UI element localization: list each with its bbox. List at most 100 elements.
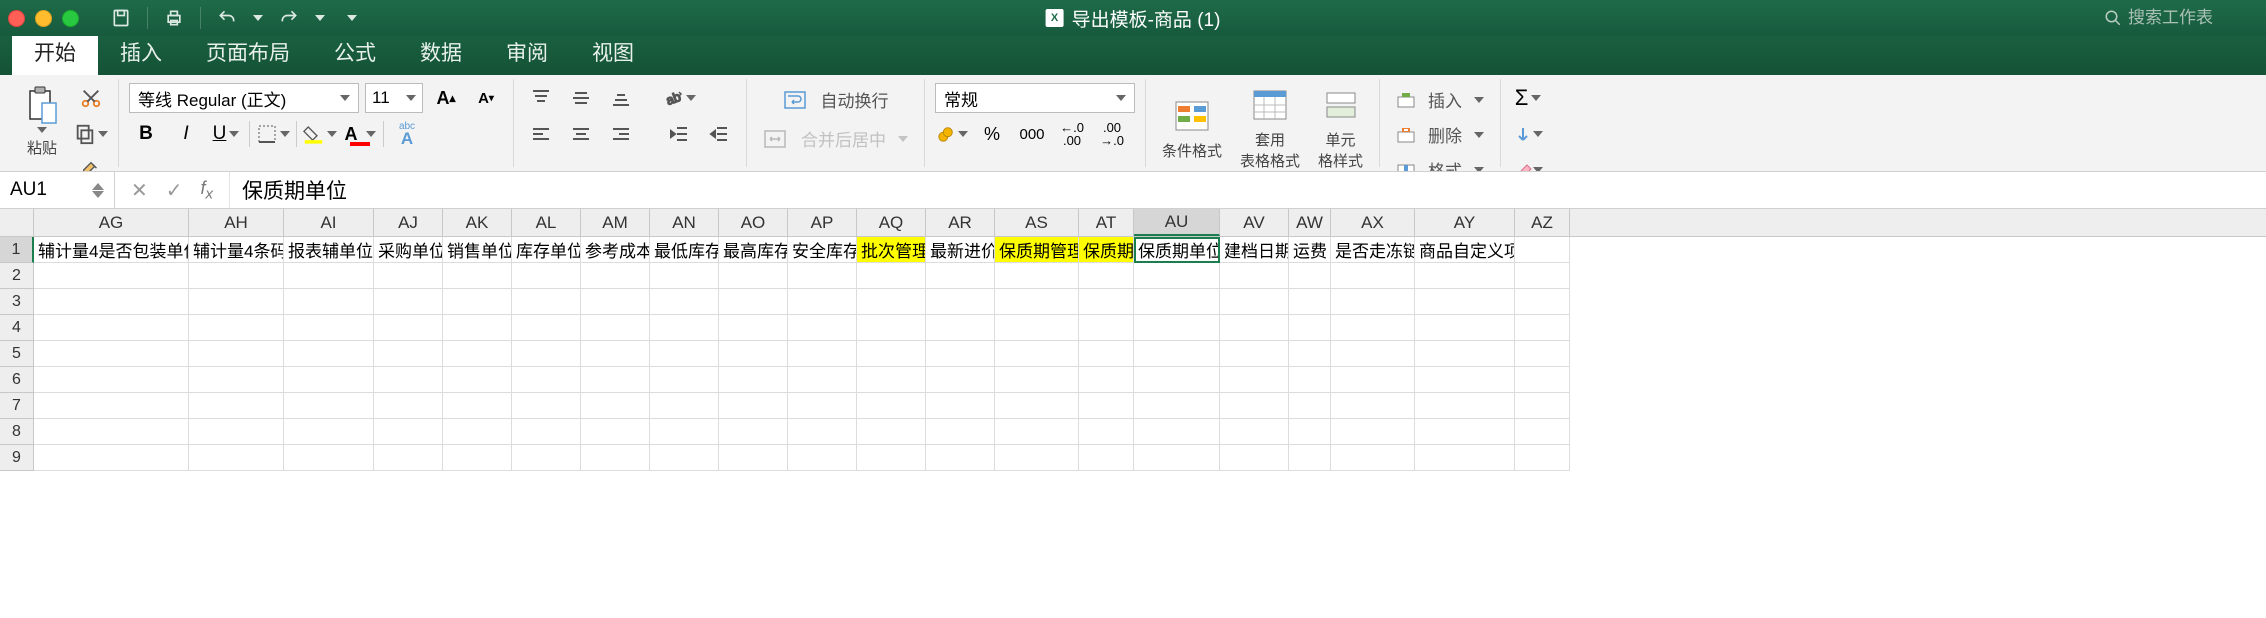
cell-AM1[interactable]: 参考成本 <box>581 237 650 263</box>
copy-button[interactable] <box>74 119 108 149</box>
formula-input[interactable]: 保质期单位 <box>230 172 2266 208</box>
cell-AR2[interactable] <box>926 263 995 289</box>
cell-AY2[interactable] <box>1415 263 1515 289</box>
cell-AV8[interactable] <box>1220 419 1289 445</box>
align-bottom-button[interactable] <box>604 83 638 113</box>
cell-AQ3[interactable] <box>857 289 926 315</box>
cell-AQ6[interactable] <box>857 367 926 393</box>
cell-AL1[interactable]: 库存单位 <box>512 237 581 263</box>
wrap-text-button[interactable]: 自动换行 <box>757 83 914 116</box>
clear-button[interactable] <box>1511 155 1545 172</box>
format-as-table-button[interactable]: 套用 表格格式 <box>1234 83 1306 172</box>
cell-AT8[interactable] <box>1079 419 1134 445</box>
cell-AL5[interactable] <box>512 341 581 367</box>
cell-AH9[interactable] <box>189 445 284 471</box>
decrease-font-button[interactable]: A▾ <box>469 83 503 113</box>
cut-button[interactable] <box>74 83 108 113</box>
cell-AY8[interactable] <box>1415 419 1515 445</box>
cell-AJ9[interactable] <box>374 445 443 471</box>
cell-AJ6[interactable] <box>374 367 443 393</box>
align-center-button[interactable] <box>564 119 598 149</box>
cell-AK8[interactable] <box>443 419 512 445</box>
cell-AV6[interactable] <box>1220 367 1289 393</box>
align-right-button[interactable] <box>604 119 638 149</box>
cell-AV2[interactable] <box>1220 263 1289 289</box>
cell-AV4[interactable] <box>1220 315 1289 341</box>
cell-AP9[interactable] <box>788 445 857 471</box>
tab-view[interactable]: 视图 <box>570 30 656 75</box>
cell-AU1[interactable]: 保质期单位 <box>1134 237 1220 263</box>
italic-button[interactable]: I <box>169 119 203 149</box>
cell-AM6[interactable] <box>581 367 650 393</box>
decrease-indent-button[interactable] <box>662 119 696 149</box>
cell-AH2[interactable] <box>189 263 284 289</box>
cell-AI7[interactable] <box>284 393 374 419</box>
increase-decimal-button[interactable]: ←.0.00 <box>1055 119 1089 149</box>
cell-AK4[interactable] <box>443 315 512 341</box>
column-header-AS[interactable]: AS <box>995 209 1079 236</box>
cell-AJ5[interactable] <box>374 341 443 367</box>
cell-AO1[interactable]: 最高库存 <box>719 237 788 263</box>
format-cells-button[interactable]: 格式 <box>1390 153 1490 172</box>
increase-indent-button[interactable] <box>702 119 736 149</box>
column-header-AT[interactable]: AT <box>1079 209 1134 236</box>
cell-AH5[interactable] <box>189 341 284 367</box>
cell-AM8[interactable] <box>581 419 650 445</box>
cell-AO5[interactable] <box>719 341 788 367</box>
qat-customize[interactable] <box>347 15 357 21</box>
cell-AW8[interactable] <box>1289 419 1331 445</box>
column-header-AJ[interactable]: AJ <box>374 209 443 236</box>
orientation-button[interactable]: ab <box>662 83 696 113</box>
bold-button[interactable]: B <box>129 119 163 149</box>
delete-cells-button[interactable]: 删除 <box>1390 118 1490 151</box>
cell-AX9[interactable] <box>1331 445 1415 471</box>
cell-AT6[interactable] <box>1079 367 1134 393</box>
cell-AK9[interactable] <box>443 445 512 471</box>
row-header-1[interactable]: 1 <box>0 237 34 263</box>
cell-AY3[interactable] <box>1415 289 1515 315</box>
cell-AS8[interactable] <box>995 419 1079 445</box>
underline-button[interactable]: U <box>209 119 243 149</box>
autosum-button[interactable]: Σ <box>1511 83 1545 113</box>
cell-AV7[interactable] <box>1220 393 1289 419</box>
cell-AY7[interactable] <box>1415 393 1515 419</box>
name-box[interactable]: AU1 <box>0 172 115 208</box>
cell-AI3[interactable] <box>284 289 374 315</box>
cell-AT7[interactable] <box>1079 393 1134 419</box>
cell-AV1[interactable]: 建档日期 <box>1220 237 1289 263</box>
comma-button[interactable]: 000 <box>1015 119 1049 149</box>
cell-AW1[interactable]: 运费 <box>1289 237 1331 263</box>
tab-data[interactable]: 数据 <box>398 30 484 75</box>
tab-home[interactable]: 开始 <box>12 30 98 75</box>
cell-AS6[interactable] <box>995 367 1079 393</box>
cell-AL7[interactable] <box>512 393 581 419</box>
cell-AR5[interactable] <box>926 341 995 367</box>
undo-dropdown[interactable] <box>253 15 263 21</box>
align-left-button[interactable] <box>524 119 558 149</box>
cell-AW3[interactable] <box>1289 289 1331 315</box>
cell-AO9[interactable] <box>719 445 788 471</box>
fill-button[interactable] <box>1511 119 1545 149</box>
cell-AV3[interactable] <box>1220 289 1289 315</box>
cell-AJ2[interactable] <box>374 263 443 289</box>
cell-AH1[interactable]: 辅计量4条码 <box>189 237 284 263</box>
column-header-AQ[interactable]: AQ <box>857 209 926 236</box>
cell-AI1[interactable]: 报表辅单位 <box>284 237 374 263</box>
cell-AG2[interactable] <box>34 263 189 289</box>
cell-AJ8[interactable] <box>374 419 443 445</box>
cell-AZ5[interactable] <box>1515 341 1570 367</box>
column-header-AY[interactable]: AY <box>1415 209 1515 236</box>
cell-AJ3[interactable] <box>374 289 443 315</box>
cell-AR4[interactable] <box>926 315 995 341</box>
row-header-8[interactable]: 8 <box>0 419 34 445</box>
column-header-AI[interactable]: AI <box>284 209 374 236</box>
cancel-formula-button[interactable]: ✕ <box>131 178 148 203</box>
cell-AQ7[interactable] <box>857 393 926 419</box>
workbook-search[interactable] <box>2104 8 2258 28</box>
row-header-6[interactable]: 6 <box>0 367 34 393</box>
cell-AZ4[interactable] <box>1515 315 1570 341</box>
close-window-button[interactable] <box>8 10 25 27</box>
cell-AW2[interactable] <box>1289 263 1331 289</box>
column-header-AK[interactable]: AK <box>443 209 512 236</box>
format-painter-button[interactable] <box>74 155 108 172</box>
